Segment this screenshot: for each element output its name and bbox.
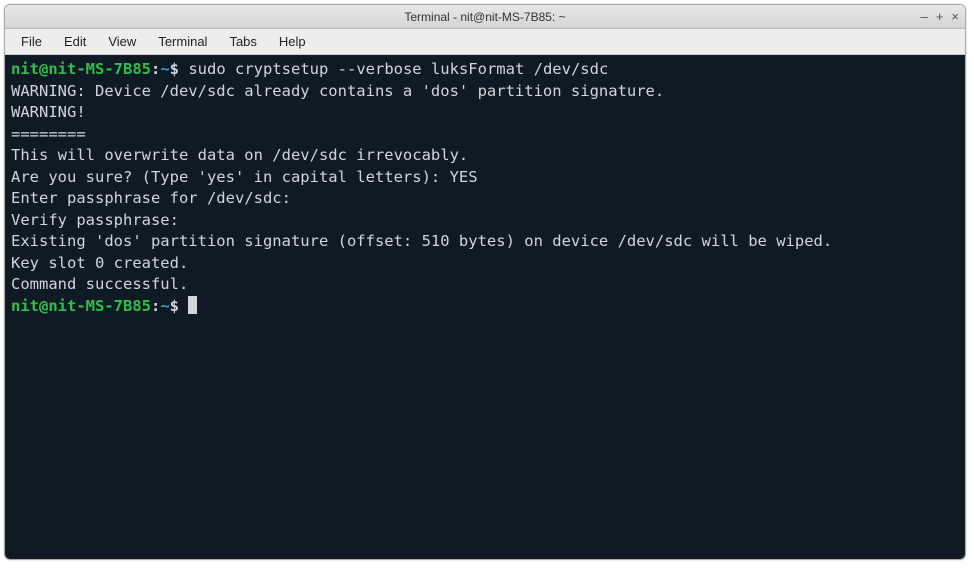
prompt-userhost: nit@nit-MS-7B85	[11, 60, 151, 78]
titlebar-controls: – + ×	[921, 5, 959, 28]
titlebar[interactable]: Terminal - nit@nit-MS-7B85: ~ – + ×	[5, 5, 965, 29]
prompt-line-2: nit@nit-MS-7B85:~$	[11, 296, 959, 318]
output-line: ========	[11, 124, 959, 146]
menu-help[interactable]: Help	[269, 31, 316, 52]
menu-edit[interactable]: Edit	[54, 31, 96, 52]
prompt-path: ~	[160, 297, 169, 315]
command-text: sudo cryptsetup --verbose luksFormat /de…	[179, 60, 608, 78]
menu-view[interactable]: View	[98, 31, 146, 52]
output-line: Verify passphrase:	[11, 210, 959, 232]
output-line: Enter passphrase for /dev/sdc:	[11, 188, 959, 210]
prompt-userhost: nit@nit-MS-7B85	[11, 297, 151, 315]
output-line: Command successful.	[11, 274, 959, 296]
maximize-button[interactable]: +	[936, 10, 944, 23]
minimize-button[interactable]: –	[921, 10, 928, 23]
close-button[interactable]: ×	[951, 10, 959, 23]
menu-terminal[interactable]: Terminal	[148, 31, 217, 52]
terminal-body[interactable]: nit@nit-MS-7B85:~$ sudo cryptsetup --ver…	[5, 55, 965, 559]
output-line: Are you sure? (Type 'yes' in capital let…	[11, 167, 959, 189]
prompt-colon: :	[151, 60, 160, 78]
prompt-colon: :	[151, 297, 160, 315]
menu-file[interactable]: File	[11, 31, 52, 52]
output-line: Key slot 0 created.	[11, 253, 959, 275]
prompt-dollar: $	[170, 60, 179, 78]
window-title: Terminal - nit@nit-MS-7B85: ~	[404, 10, 565, 24]
menubar: File Edit View Terminal Tabs Help	[5, 29, 965, 55]
prompt-dollar: $	[170, 297, 179, 315]
prompt-path: ~	[160, 60, 169, 78]
cursor-block	[188, 296, 197, 314]
terminal-window: Terminal - nit@nit-MS-7B85: ~ – + × File…	[4, 4, 966, 560]
output-line: This will overwrite data on /dev/sdc irr…	[11, 145, 959, 167]
prompt-line-1: nit@nit-MS-7B85:~$ sudo cryptsetup --ver…	[11, 59, 959, 81]
output-line: WARNING!	[11, 102, 959, 124]
output-line: Existing 'dos' partition signature (offs…	[11, 231, 959, 253]
output-line: WARNING: Device /dev/sdc already contain…	[11, 81, 959, 103]
menu-tabs[interactable]: Tabs	[219, 31, 266, 52]
